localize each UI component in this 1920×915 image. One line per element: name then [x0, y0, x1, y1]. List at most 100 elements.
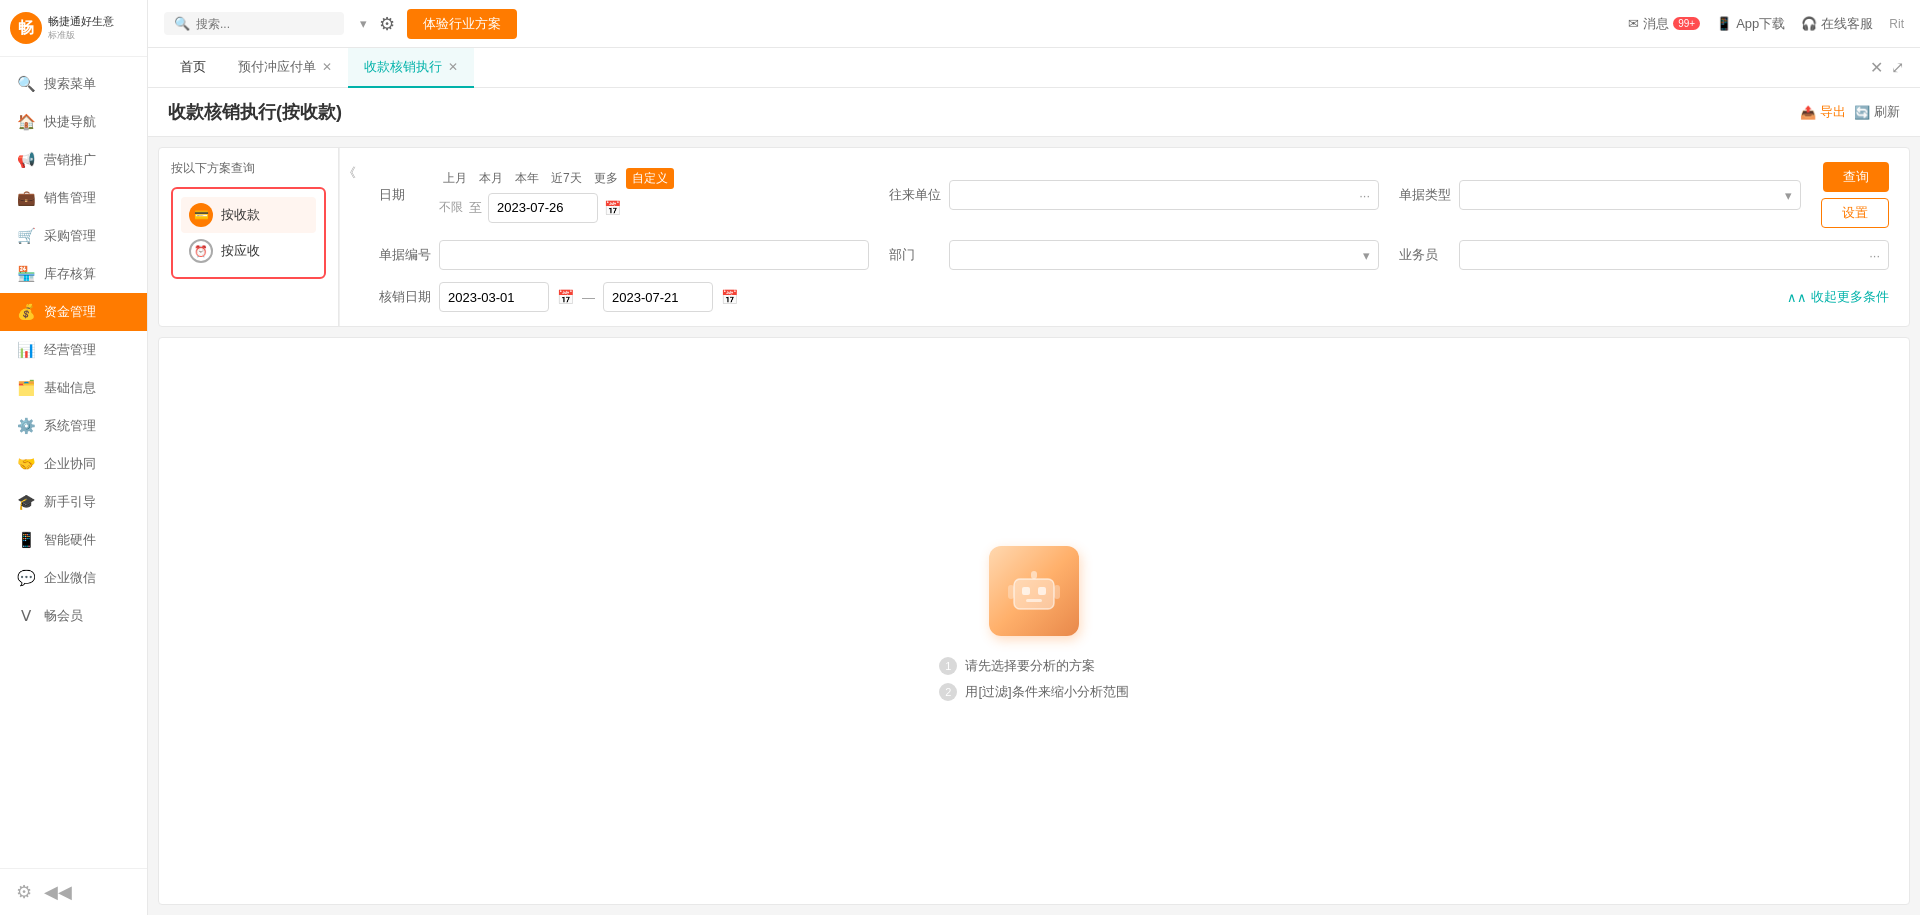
sidebar-item-guide[interactable]: 🎓 新手引导	[0, 483, 147, 521]
sidebar-item-enterprise[interactable]: 🤝 企业协同	[0, 445, 147, 483]
verify-date-end-calendar-icon[interactable]: 📅	[721, 289, 738, 305]
query-button[interactable]: 查询	[1823, 162, 1889, 192]
sales-icon: 💼	[16, 189, 36, 207]
guide-icon: 🎓	[16, 493, 36, 511]
sidebar-item-operations[interactable]: 📊 经营管理	[0, 331, 147, 369]
sidebar-item-operations-label: 经营管理	[44, 341, 96, 359]
filter-option-by-receivable[interactable]: ⏰ 按应收	[181, 233, 316, 269]
refresh-button[interactable]: 🔄 刷新	[1854, 103, 1900, 121]
sidebar-item-wechat[interactable]: 💬 企业微信	[0, 559, 147, 597]
sidebar-item-inventory[interactable]: 🏪 库存核算	[0, 255, 147, 293]
settings-bottom-icon[interactable]: ⚙	[16, 881, 32, 903]
staff-dots-icon[interactable]: ···	[1869, 248, 1880, 263]
sidebar-item-search[interactable]: 🔍 搜索菜单	[0, 65, 147, 103]
sidebar-item-funds[interactable]: 💰 资金管理	[0, 293, 147, 331]
sidebar-item-funds-label: 资金管理	[44, 303, 96, 321]
filter-sidebar: 按以下方案查询 💳 按收款 ⏰ 按应收	[159, 148, 339, 326]
refresh-label: 刷新	[1874, 103, 1900, 121]
filter-area: 按以下方案查询 💳 按收款 ⏰ 按应收 《	[158, 147, 1910, 327]
sidebar-item-member[interactable]: Ⅴ 畅会员	[0, 597, 147, 635]
date-btn-custom[interactable]: 自定义	[626, 168, 674, 189]
date-shortcuts: 上月 本月 本年 近7天 更多 自定义	[439, 168, 869, 189]
svg-rect-4	[1031, 571, 1037, 579]
counterpart-dots-icon[interactable]: ···	[1359, 188, 1370, 203]
logo-text-group: 畅捷通好生意 标准版	[48, 14, 114, 41]
svg-rect-3	[1026, 599, 1042, 602]
staff-select[interactable]: ···	[1459, 240, 1889, 270]
filter-option-receipt-label: 按收款	[221, 206, 260, 224]
sidebar-item-quick-nav[interactable]: 🏠 快捷导航	[0, 103, 147, 141]
megaphone-icon: 📢	[16, 151, 36, 169]
topbar-gear-icon[interactable]: ⚙	[379, 13, 395, 35]
counterpart-select[interactable]: ···	[949, 180, 1379, 210]
app-logo-icon: 畅	[10, 12, 42, 44]
sidebar-item-hardware[interactable]: 📱 智能硬件	[0, 521, 147, 559]
tab-prepay-label: 预付冲应付单	[238, 58, 316, 76]
export-button[interactable]: 📤 导出	[1800, 103, 1846, 121]
sidebar-item-purchase[interactable]: 🛒 采购管理	[0, 217, 147, 255]
online-service-action[interactable]: 🎧 在线客服	[1801, 15, 1873, 33]
date-btn-7days[interactable]: 近7天	[547, 168, 586, 189]
setting-button[interactable]: 设置	[1821, 198, 1889, 228]
collapse-more-label: 收起更多条件	[1811, 288, 1889, 306]
date-btn-this-year[interactable]: 本年	[511, 168, 543, 189]
message-action[interactable]: ✉ 消息 99+	[1628, 15, 1700, 33]
topbar-search-box[interactable]: 🔍	[164, 12, 344, 35]
tab-prepay[interactable]: 预付冲应付单 ✕	[222, 48, 348, 88]
topbar-dropdown-icon[interactable]: ▾	[360, 16, 367, 31]
sidebar-item-sales[interactable]: 💼 销售管理	[0, 179, 147, 217]
date-end-input[interactable]	[488, 193, 598, 223]
doc-no-label: 单据编号	[379, 246, 431, 264]
industry-solution-button[interactable]: 体验行业方案	[407, 9, 517, 39]
user-info[interactable]: Rit	[1889, 17, 1904, 31]
verify-date-start-calendar-icon[interactable]: 📅	[557, 289, 574, 305]
sidebar-item-wechat-label: 企业微信	[44, 569, 96, 587]
sidebar-item-system-label: 系统管理	[44, 417, 96, 435]
receipt-option-icon: 💳	[189, 203, 213, 227]
purchase-icon: 🛒	[16, 227, 36, 245]
tab-receipt-verify[interactable]: 收款核销执行 ✕	[348, 48, 474, 88]
doc-no-field: 单据编号	[379, 240, 869, 270]
filter-collapse-sidebar-btn[interactable]: 《	[339, 148, 359, 326]
collapse-sidebar-icon[interactable]: ◀◀	[44, 881, 72, 903]
tab-prepay-close[interactable]: ✕	[322, 60, 332, 74]
verify-date-row: 核销日期 📅 — 📅 ∧∧ 收起更多条件	[379, 282, 1889, 312]
sidebar-item-basic-info[interactable]: 🗂️ 基础信息	[0, 369, 147, 407]
date-sep1: 至	[469, 199, 482, 217]
app-download-action[interactable]: 📱 App下载	[1716, 15, 1785, 33]
header-buttons: 📤 导出 🔄 刷新	[1800, 103, 1900, 121]
filter-option-by-receipt[interactable]: 💳 按收款	[181, 197, 316, 233]
dept-dropdown-icon[interactable]: ▾	[1363, 248, 1370, 263]
date-unlimited-label: 不限	[439, 199, 463, 216]
tab-home-label: 首页	[180, 58, 206, 76]
date-calendar-icon[interactable]: 📅	[604, 200, 621, 216]
dept-select[interactable]: ▾	[949, 240, 1379, 270]
sidebar-item-inventory-label: 库存核算	[44, 265, 96, 283]
date-range-field: 不限 至 📅	[439, 193, 869, 223]
sidebar-item-marketing[interactable]: 📢 营销推广	[0, 141, 147, 179]
sidebar-item-system[interactable]: ⚙️ 系统管理	[0, 407, 147, 445]
content-area: 收款核销执行(按收款) 📤 导出 🔄 刷新 按以下方案查询 💳	[148, 88, 1920, 915]
tab-receipt-verify-close[interactable]: ✕	[448, 60, 458, 74]
tab-home[interactable]: 首页	[164, 48, 222, 88]
date-btn-last-month[interactable]: 上月	[439, 168, 471, 189]
doc-type-dropdown-icon[interactable]: ▾	[1785, 188, 1792, 203]
maximize-window-icon[interactable]: ⤢	[1891, 58, 1904, 77]
doc-no-input[interactable]	[439, 240, 869, 270]
topbar-search-input[interactable]	[196, 17, 316, 31]
verify-date-end-input[interactable]	[603, 282, 713, 312]
date-field: 日期 上月 本月 本年 近7天 更多 自定义 不限 至	[379, 162, 869, 228]
doc-type-select[interactable]: ▾	[1459, 180, 1801, 210]
date-btn-more[interactable]: 更多	[590, 168, 622, 189]
date-btn-this-month[interactable]: 本月	[475, 168, 507, 189]
message-icon: ✉	[1628, 16, 1639, 31]
verify-date-start-input[interactable]	[439, 282, 549, 312]
close-window-icon[interactable]: ✕	[1870, 58, 1883, 77]
sidebar-item-guide-label: 新手引导	[44, 493, 96, 511]
sidebar-nav: 🔍 搜索菜单 🏠 快捷导航 📢 营销推广 💼 销售管理 🛒 采购管理 🏪 库存核…	[0, 57, 147, 868]
counterpart-field: 往来单位 ···	[889, 162, 1379, 228]
online-service-label: 在线客服	[1821, 15, 1873, 33]
verify-date-sep: —	[582, 290, 595, 305]
collapse-more-button[interactable]: ∧∧ 收起更多条件	[1787, 288, 1889, 306]
inventory-icon: 🏪	[16, 265, 36, 283]
